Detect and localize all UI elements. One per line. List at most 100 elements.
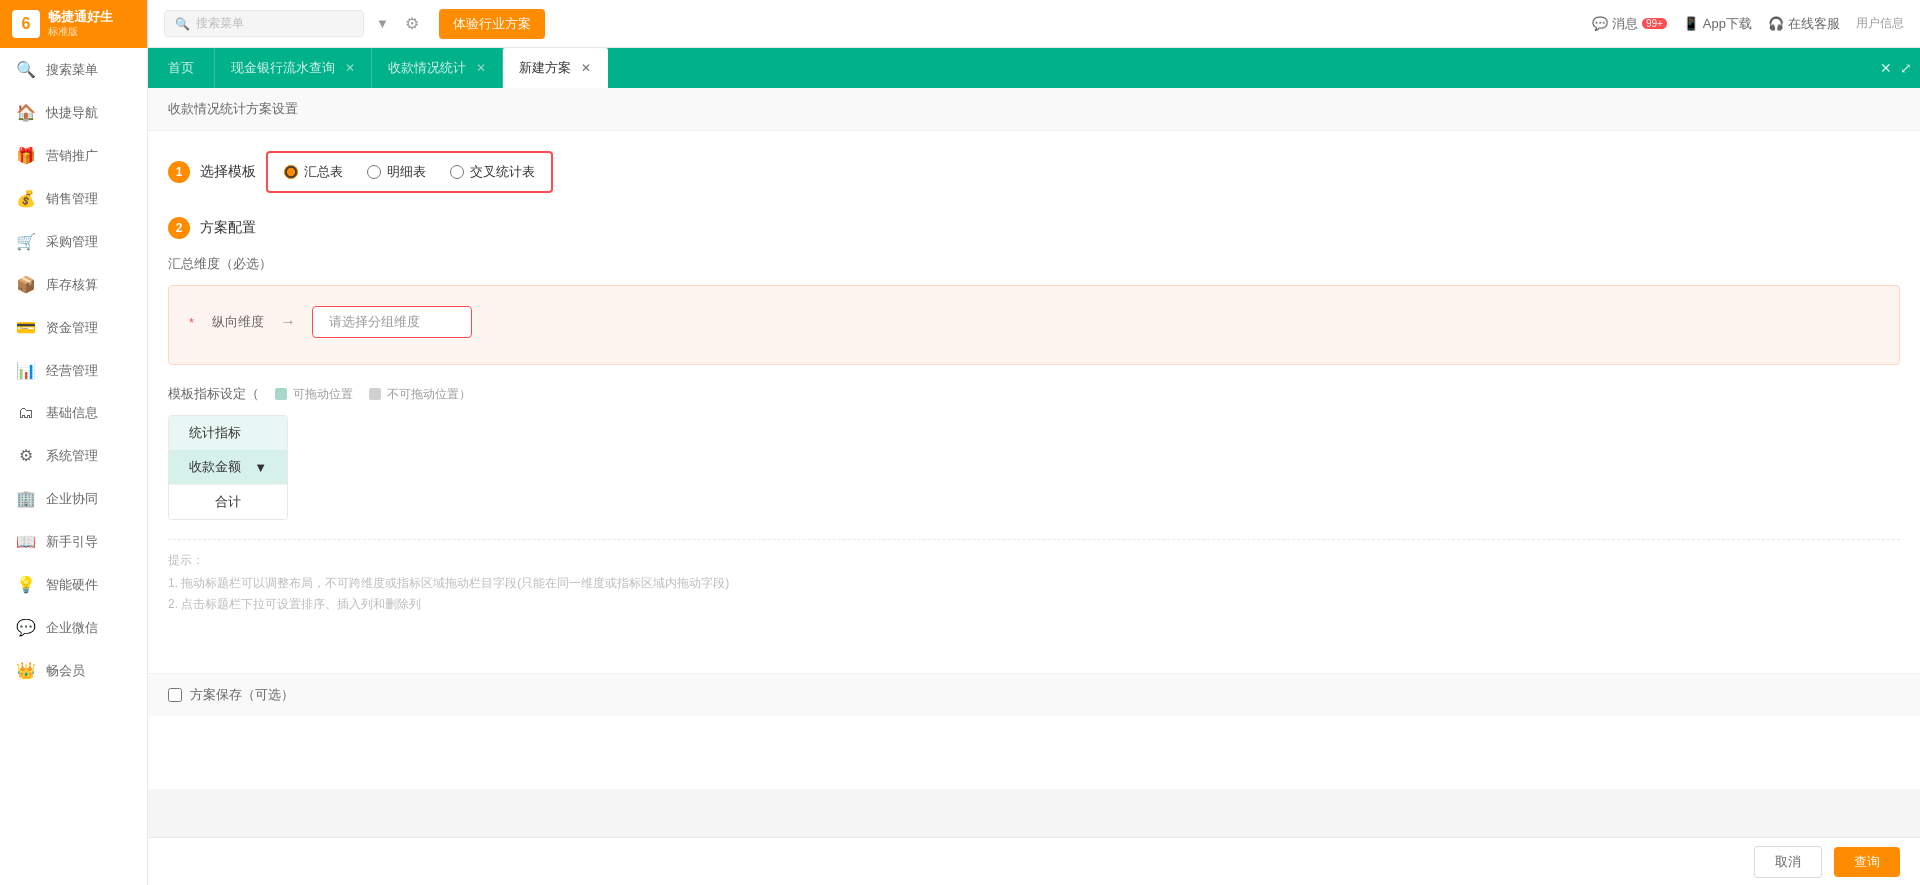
page-content: 收款情况统计方案设置 1 选择模板 汇总表	[148, 88, 1920, 837]
sidebar-item-marketing[interactable]: 🎁 营销推广	[0, 134, 147, 177]
metrics-total-row: 合计	[169, 484, 287, 519]
tab-expand-icon[interactable]: ⤢	[1900, 60, 1912, 76]
metrics-table-header-row: 统计指标	[169, 416, 287, 450]
non-draggable-dot	[369, 388, 381, 400]
tab-bank[interactable]: 现金银行流水查询 ✕	[215, 48, 372, 88]
radio-summary[interactable]	[284, 165, 298, 179]
sidebar-item-corp[interactable]: 🏢 企业协同	[0, 477, 147, 520]
user-info[interactable]: 用户信息	[1856, 15, 1904, 32]
dimension-arrow-icon: →	[280, 313, 296, 331]
tab-stats-label: 收款情况统计	[388, 59, 466, 77]
tab-new-close-icon[interactable]: ✕	[581, 61, 591, 75]
tab-stats[interactable]: 收款情况统计 ✕	[372, 48, 503, 88]
step1-section: 1 选择模板 汇总表 明细表	[168, 151, 1900, 193]
step2-header: 2 方案配置	[168, 217, 1900, 239]
tip-item-2: 2. 点击标题栏下拉可设置排序、插入列和删除列	[168, 596, 1900, 613]
sidebar-item-member[interactable]: 👑 畅会员	[0, 649, 147, 692]
operation-icon: 📊	[16, 361, 36, 380]
topbar: 🔍 搜索菜单 ▼ ⚙ 体验行业方案 💬 消息 99+ 📱 App下载 🎧 在线客…	[148, 0, 1920, 48]
metrics-column-label: 收款金额	[189, 458, 241, 476]
sidebar-item-hardware[interactable]: 💡 智能硬件	[0, 563, 147, 606]
sidebar-item-operation[interactable]: 📊 经营管理	[0, 349, 147, 392]
trial-button[interactable]: 体验行业方案	[439, 9, 545, 39]
sidebar-item-label: 企业协同	[46, 490, 98, 508]
option-cross-label: 交叉统计表	[470, 163, 535, 181]
sidebar-item-label: 系统管理	[46, 447, 98, 465]
notification-count: 99+	[1642, 18, 1667, 29]
notification-btn[interactable]: 💬 消息 99+	[1592, 15, 1667, 33]
tab-home-label: 首页	[168, 59, 194, 77]
vertical-dimension-label: 纵向维度	[212, 313, 264, 331]
tab-bank-label: 现金银行流水查询	[231, 59, 335, 77]
query-button[interactable]: 查询	[1834, 847, 1900, 877]
purchase-icon: 🛒	[16, 232, 36, 251]
wechat-icon: 💬	[16, 618, 36, 637]
sidebar-item-purchase[interactable]: 🛒 采购管理	[0, 220, 147, 263]
corp-icon: 🏢	[16, 489, 36, 508]
sidebar-item-label: 库存核算	[46, 276, 98, 294]
option-summary-label: 汇总表	[304, 163, 343, 181]
non-draggable-legend: 不可拖动位置）	[369, 386, 471, 403]
tab-stats-close-icon[interactable]: ✕	[476, 61, 486, 75]
metrics-title: 模板指标设定（	[168, 385, 259, 403]
download-icon: 📱	[1683, 16, 1699, 31]
topbar-settings-icon[interactable]: ⚙	[405, 14, 419, 33]
draggable-label: 可拖动位置	[293, 386, 353, 403]
dimension-select-placeholder: 请选择分组维度	[329, 314, 420, 329]
dimension-select-button[interactable]: 请选择分组维度	[312, 306, 472, 338]
tab-bank-close-icon[interactable]: ✕	[345, 61, 355, 75]
sidebar-item-inventory[interactable]: 📦 库存核算	[0, 263, 147, 306]
sidebar-item-basic[interactable]: 🗂 基础信息	[0, 392, 147, 434]
dimension-area: * 纵向维度 → 请选择分组维度	[168, 285, 1900, 365]
tab-new[interactable]: 新建方案 ✕	[503, 48, 608, 88]
column-dropdown-icon[interactable]: ▼	[254, 460, 267, 475]
step2-badge: 2	[168, 217, 190, 239]
member-icon: 👑	[16, 661, 36, 680]
tabs-bar: 首页 现金银行流水查询 ✕ 收款情况统计 ✕ 新建方案 ✕ ✕ ⤢	[148, 48, 1920, 88]
topbar-search-box: 🔍 搜索菜单	[164, 10, 364, 37]
sidebar-item-label: 畅会员	[46, 662, 85, 680]
search-icon: 🔍	[16, 60, 36, 79]
option-summary[interactable]: 汇总表	[284, 163, 343, 181]
download-btn[interactable]: 📱 App下载	[1683, 15, 1752, 33]
sidebar-item-guide[interactable]: 📖 新手引导	[0, 520, 147, 563]
sidebar-item-label: 快捷导航	[46, 104, 98, 122]
tabs-right-actions: ✕ ⤢	[1880, 60, 1920, 76]
template-options: 汇总表 明细表 交叉统计表	[266, 151, 553, 193]
metrics-table: 统计指标 收款金额 ▼ 合计	[168, 415, 288, 520]
save-checkbox[interactable]	[168, 688, 182, 702]
sidebar-item-sales[interactable]: 💰 销售管理	[0, 177, 147, 220]
sidebar-item-finance[interactable]: 💳 资金管理	[0, 306, 147, 349]
option-detail-label: 明细表	[387, 163, 426, 181]
sidebar-item-wechat[interactable]: 💬 企业微信	[0, 606, 147, 649]
metrics-col-header: 统计指标	[189, 424, 241, 442]
tab-close-all-icon[interactable]: ✕	[1880, 60, 1892, 76]
service-icon: 🎧	[1768, 16, 1784, 31]
sidebar-item-nav[interactable]: 🏠 快捷导航	[0, 91, 147, 134]
tab-home[interactable]: 首页	[148, 48, 215, 88]
option-detail[interactable]: 明细表	[367, 163, 426, 181]
sidebar-item-label: 智能硬件	[46, 576, 98, 594]
message-icon: 💬	[1592, 16, 1608, 31]
logo-sub: 标准版	[48, 25, 113, 39]
save-section: 方案保存（可选）	[148, 673, 1920, 716]
home-icon: 🏠	[16, 103, 36, 122]
tips-section: 提示： 1. 拖动标题栏可以调整布局，不可跨维度或指标区域拖动栏目字段(只能在同…	[168, 539, 1900, 629]
service-btn[interactable]: 🎧 在线客服	[1768, 15, 1840, 33]
sidebar-item-system[interactable]: ⚙ 系统管理	[0, 434, 147, 477]
tab-new-label: 新建方案	[519, 59, 571, 77]
radio-cross[interactable]	[450, 165, 464, 179]
cancel-button[interactable]: 取消	[1754, 846, 1822, 878]
sidebar-item-search[interactable]: 🔍 搜索菜单	[0, 48, 147, 91]
draggable-dot	[275, 388, 287, 400]
step2-title: 方案配置	[200, 219, 256, 237]
step1-badge: 1	[168, 161, 190, 183]
footer-actions: 取消 查询	[148, 837, 1920, 885]
form-header: 收款情况统计方案设置	[148, 88, 1920, 131]
radio-detail[interactable]	[367, 165, 381, 179]
topbar-dropdown-arrow[interactable]: ▼	[376, 16, 389, 31]
search-icon: 🔍	[175, 17, 190, 31]
option-cross[interactable]: 交叉统计表	[450, 163, 535, 181]
sidebar-item-label: 基础信息	[46, 404, 98, 422]
sidebar-logo: 6 畅捷通好生 标准版	[0, 0, 147, 48]
